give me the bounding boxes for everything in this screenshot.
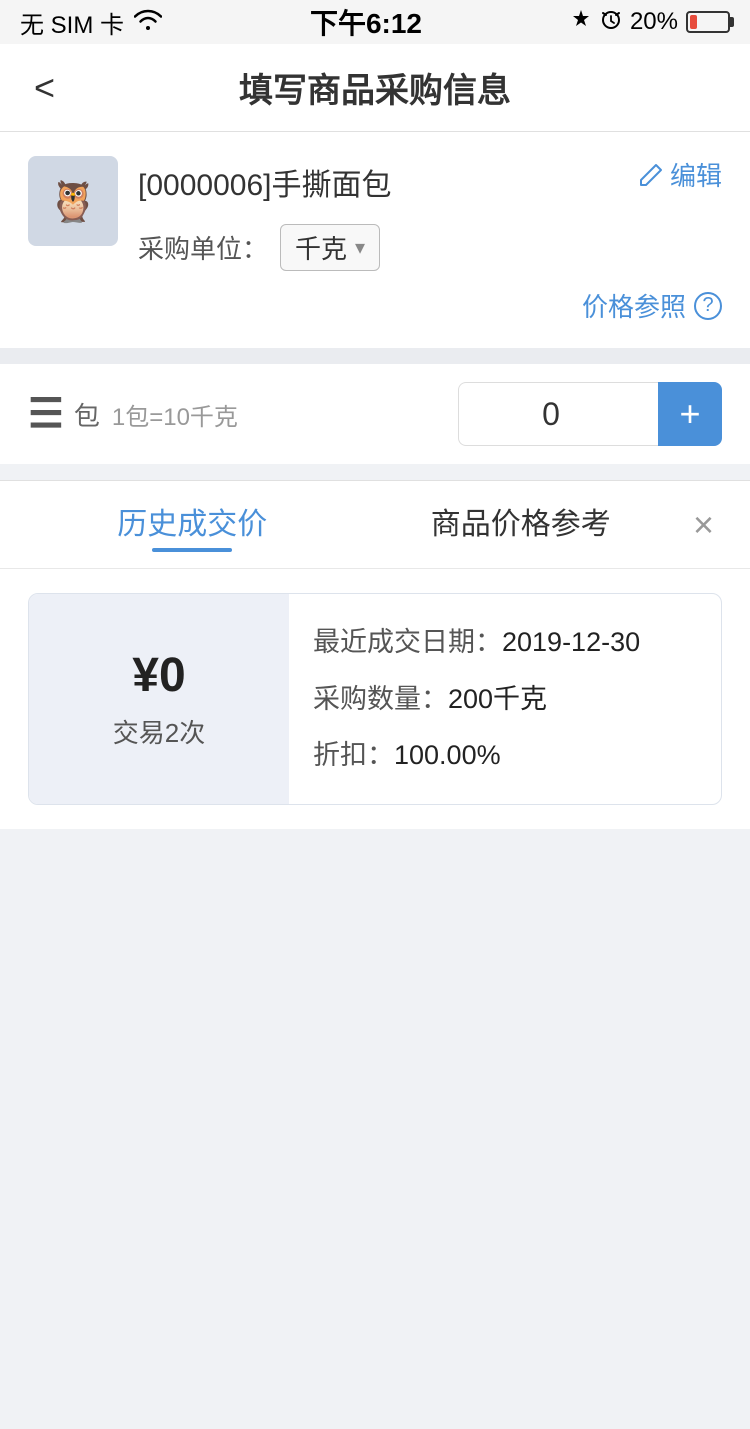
- battery-icon: [686, 11, 730, 33]
- package-icon: ☰: [28, 391, 64, 437]
- price-panel: 历史成交价 商品价格参考 × ¥0 交易2次 最近成交日期：2019-12-30…: [0, 480, 750, 829]
- status-left: 无 SIM 卡: [20, 5, 162, 40]
- trade-price-left: ¥0 交易2次: [29, 594, 289, 804]
- trade-quantity-row: 采购数量：200千克: [313, 679, 697, 720]
- product-thumbnail-icon: 🦉: [48, 178, 98, 225]
- tab-history-label: 历史成交价: [117, 508, 267, 541]
- close-panel-button[interactable]: ×: [685, 496, 722, 554]
- price-ref-button[interactable]: 价格参照 ?: [582, 287, 722, 324]
- section-divider: [0, 348, 750, 364]
- quantity-input[interactable]: [458, 382, 658, 446]
- trade-discount-row: 折扣：100.00%: [313, 735, 697, 776]
- trade-price-value: ¥0: [132, 648, 185, 703]
- trade-card: ¥0 交易2次 最近成交日期：2019-12-30 采购数量：200千克 折扣：…: [28, 593, 722, 805]
- unit-conversion: 1包=10千克: [112, 397, 238, 432]
- price-ref-label: 价格参照: [582, 287, 686, 324]
- wifi-icon: [134, 8, 162, 37]
- dropdown-arrow-icon: ▾: [355, 235, 365, 260]
- status-bar: 无 SIM 卡 下午6:12 20%: [0, 0, 750, 44]
- tab-price-reference[interactable]: 商品价格参考: [356, 499, 684, 551]
- increment-button[interactable]: +: [658, 382, 722, 446]
- product-info: [0000006]手撕面包 采购单位： 千克 ▾: [138, 156, 391, 271]
- trade-details-right: 最近成交日期：2019-12-30 采购数量：200千克 折扣：100.00%: [289, 594, 721, 804]
- product-name: [0000006]手撕面包: [138, 160, 391, 204]
- product-card: 🦉 [0000006]手撕面包 采购单位： 千克 ▾ 编辑 价格参照: [0, 132, 750, 348]
- trade-date-row: 最近成交日期：2019-12-30: [313, 622, 697, 663]
- page-title: 填写商品采购信息: [239, 63, 511, 112]
- panel-tabs: 历史成交价 商品价格参考 ×: [0, 481, 750, 569]
- product-image: 🦉: [28, 156, 118, 246]
- status-right: 20%: [570, 8, 730, 37]
- tab-reference-label: 商品价格参考: [431, 508, 611, 541]
- trade-qty-value: 200千克: [448, 684, 547, 714]
- back-button[interactable]: <: [24, 57, 65, 119]
- edit-button[interactable]: 编辑: [638, 156, 722, 193]
- tab-history-price[interactable]: 历史成交价: [28, 499, 356, 551]
- network-label: 无 SIM 卡: [20, 5, 124, 40]
- unit-selector[interactable]: 千克 ▾: [280, 224, 380, 271]
- quantity-input-wrap: +: [458, 382, 722, 446]
- edit-label: 编辑: [670, 156, 722, 193]
- trade-discount-label: 折扣：: [313, 740, 394, 770]
- tab-active-indicator: [152, 548, 232, 552]
- location-icon: [570, 8, 592, 37]
- trade-discount-value: 100.00%: [394, 740, 501, 770]
- nav-bar: < 填写商品采购信息: [0, 44, 750, 132]
- help-icon: ?: [694, 292, 722, 320]
- trade-date-label: 最近成交日期：: [313, 627, 502, 657]
- status-time: 下午6:12: [310, 2, 422, 42]
- main-content-area: [0, 829, 750, 1429]
- alarm-icon: [600, 8, 622, 37]
- battery-percent: 20%: [630, 8, 678, 36]
- trade-times: 交易2次: [113, 713, 205, 750]
- trade-date-value: 2019-12-30: [502, 627, 640, 657]
- edit-icon: [638, 162, 664, 188]
- panel-content: ¥0 交易2次 最近成交日期：2019-12-30 采购数量：200千克 折扣：…: [0, 569, 750, 829]
- quantity-row: ☰ 包 1包=10千克 +: [0, 364, 750, 464]
- package-unit-label: 包: [74, 396, 100, 433]
- unit-value: 千克: [295, 229, 347, 266]
- unit-label: 采购单位：: [138, 229, 268, 266]
- trade-qty-label: 采购数量：: [313, 684, 448, 714]
- quantity-label: ☰ 包 1包=10千克: [28, 391, 238, 437]
